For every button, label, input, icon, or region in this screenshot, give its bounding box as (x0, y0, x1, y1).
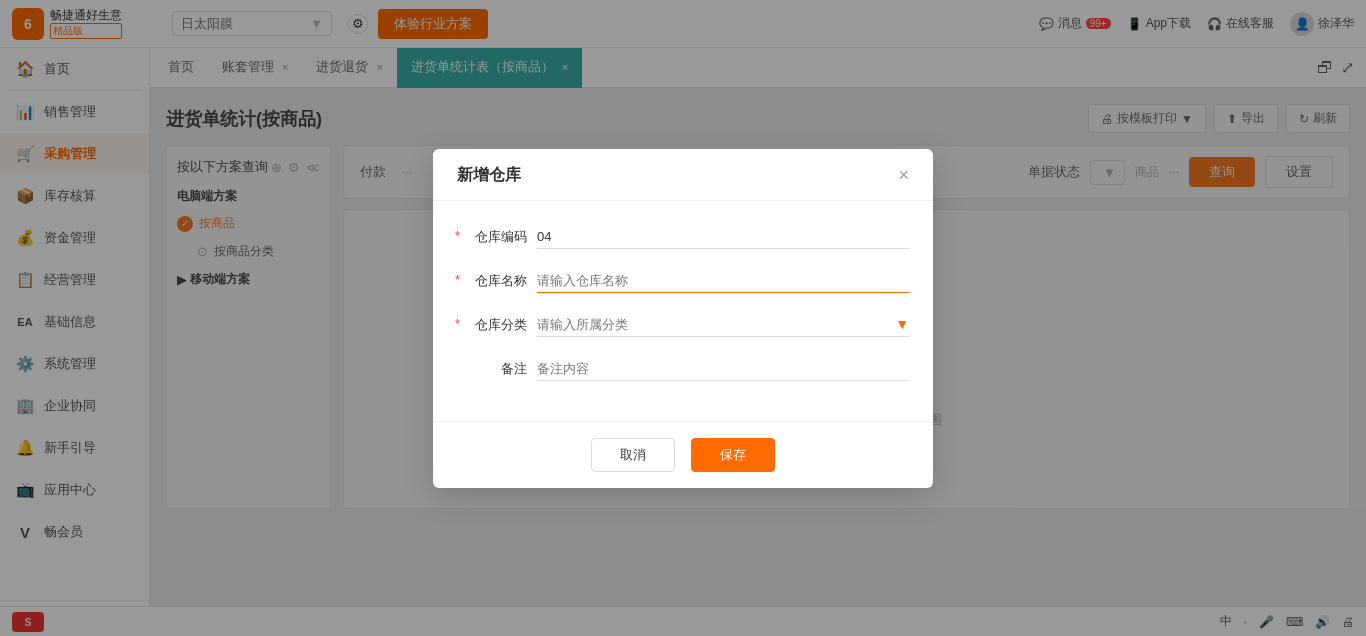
modal-overlay: 新增仓库 × 仓库编码 仓库名称 仓库分类 ▼ (0, 0, 1366, 636)
modal-footer: 取消 保存 (433, 421, 933, 488)
warehouse-category-label: 仓库分类 (457, 316, 537, 334)
warehouse-name-input[interactable] (537, 269, 909, 293)
form-row-category: 仓库分类 ▼ (457, 313, 909, 337)
form-row-remark: 备注 (457, 357, 909, 381)
modal-body: 仓库编码 仓库名称 仓库分类 ▼ 备注 (433, 201, 933, 421)
warehouse-code-input[interactable] (537, 225, 909, 249)
category-dropdown-arrow[interactable]: ▼ (895, 316, 909, 332)
warehouse-category-select[interactable]: ▼ (537, 313, 909, 337)
modal-title: 新增仓库 (457, 165, 521, 186)
modal-close-button[interactable]: × (898, 165, 909, 186)
modal-add-warehouse: 新增仓库 × 仓库编码 仓库名称 仓库分类 ▼ (433, 149, 933, 488)
form-row-name: 仓库名称 (457, 269, 909, 293)
warehouse-name-label: 仓库名称 (457, 272, 537, 290)
warehouse-category-input[interactable] (537, 313, 895, 336)
save-button[interactable]: 保存 (691, 438, 775, 472)
modal-header: 新增仓库 × (433, 149, 933, 201)
form-row-code: 仓库编码 (457, 225, 909, 249)
cancel-button[interactable]: 取消 (591, 438, 675, 472)
warehouse-code-label: 仓库编码 (457, 228, 537, 246)
remark-label: 备注 (457, 360, 537, 378)
remark-input[interactable] (537, 357, 909, 381)
